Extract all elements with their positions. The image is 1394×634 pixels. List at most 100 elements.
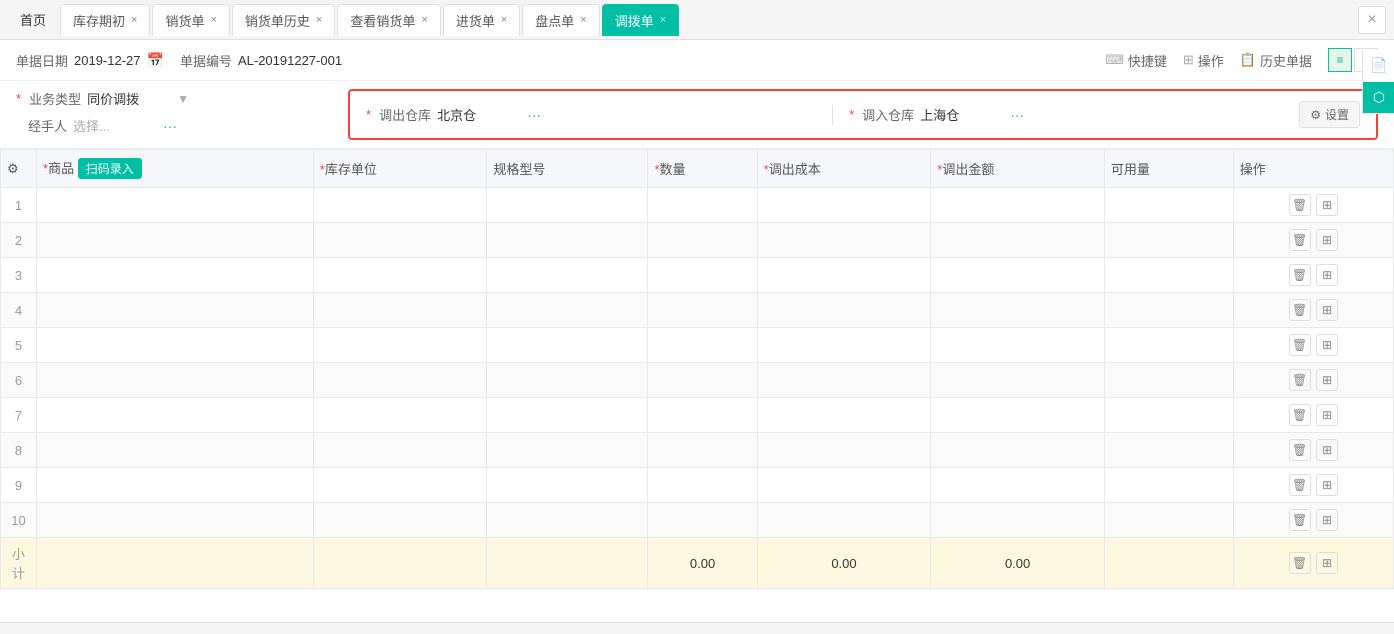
qty-cell[interactable] xyxy=(648,468,757,503)
amount-cell[interactable] xyxy=(931,258,1105,293)
cost-cell[interactable] xyxy=(757,328,931,363)
business-type-dropdown[interactable]: ▼ xyxy=(173,92,193,106)
amount-cell[interactable] xyxy=(931,433,1105,468)
amount-cell[interactable] xyxy=(931,188,1105,223)
col-settings-header[interactable]: ⚙ xyxy=(1,150,37,188)
product-cell[interactable] xyxy=(37,363,314,398)
product-cell[interactable] xyxy=(37,188,314,223)
unit-cell[interactable] xyxy=(313,258,487,293)
unit-cell[interactable] xyxy=(313,398,487,433)
qty-cell[interactable] xyxy=(648,398,757,433)
close-window-button[interactable]: × xyxy=(1358,6,1386,34)
row-delete-btn[interactable]: 🗑 xyxy=(1289,404,1311,426)
tab-home[interactable]: 首页 xyxy=(8,4,58,36)
cost-cell[interactable] xyxy=(757,363,931,398)
warehouse-out-more-btn[interactable]: ··· xyxy=(523,107,545,123)
product-cell[interactable] xyxy=(37,398,314,433)
calendar-icon[interactable]: 📅 xyxy=(147,52,164,69)
spec-cell[interactable] xyxy=(487,468,648,503)
row-delete-btn[interactable]: 🗑 xyxy=(1289,474,1311,496)
cost-cell[interactable] xyxy=(757,503,931,538)
amount-cell[interactable] xyxy=(931,363,1105,398)
amount-cell[interactable] xyxy=(931,398,1105,433)
row-delete-btn[interactable]: 🗑 xyxy=(1289,334,1311,356)
row-copy-btn[interactable]: ⊞ xyxy=(1316,229,1338,251)
product-cell[interactable] xyxy=(37,503,314,538)
unit-cell[interactable] xyxy=(313,293,487,328)
row-copy-btn[interactable]: ⊞ xyxy=(1316,334,1338,356)
spec-cell[interactable] xyxy=(487,328,648,363)
shortcuts-btn[interactable]: ⌨ 快捷键 xyxy=(1105,51,1167,70)
row-copy-btn[interactable]: ⊞ xyxy=(1316,299,1338,321)
amount-cell[interactable] xyxy=(931,468,1105,503)
cost-cell[interactable] xyxy=(757,433,931,468)
tab-inventory-check[interactable]: 盘点单 × xyxy=(522,4,599,36)
close-sales-order[interactable]: × xyxy=(210,14,216,26)
subtotal-copy-btn[interactable]: ⊞ xyxy=(1316,552,1338,574)
ops-btn[interactable]: ⊞ 操作 xyxy=(1183,51,1224,70)
qty-cell[interactable] xyxy=(648,258,757,293)
cost-cell[interactable] xyxy=(757,223,931,258)
row-copy-btn[interactable]: ⊞ xyxy=(1316,194,1338,216)
cost-cell[interactable] xyxy=(757,188,931,223)
close-inventory-init[interactable]: × xyxy=(131,14,137,26)
spec-cell[interactable] xyxy=(487,223,648,258)
list-view-btn[interactable]: ≡ xyxy=(1328,48,1352,72)
settings-button[interactable]: ⚙ 设置 xyxy=(1299,101,1360,128)
spec-cell[interactable] xyxy=(487,398,648,433)
row-copy-btn[interactable]: ⊞ xyxy=(1316,474,1338,496)
close-inventory-check[interactable]: × xyxy=(580,14,586,26)
cost-cell[interactable] xyxy=(757,258,931,293)
product-cell[interactable] xyxy=(37,433,314,468)
cost-cell[interactable] xyxy=(757,293,931,328)
history-btn[interactable]: 📋 历史单据 xyxy=(1240,51,1312,70)
cost-cell[interactable] xyxy=(757,468,931,503)
spec-cell[interactable] xyxy=(487,433,648,468)
qty-cell[interactable] xyxy=(648,433,757,468)
cost-cell[interactable] xyxy=(757,398,931,433)
unit-cell[interactable] xyxy=(313,503,487,538)
warehouse-in-more-btn[interactable]: ··· xyxy=(1006,107,1028,123)
row-delete-btn[interactable]: 🗑 xyxy=(1289,229,1311,251)
tab-transfer[interactable]: 调拨单 × xyxy=(602,4,679,36)
row-copy-btn[interactable]: ⊞ xyxy=(1316,439,1338,461)
row-copy-btn[interactable]: ⊞ xyxy=(1316,404,1338,426)
spec-cell[interactable] xyxy=(487,503,648,538)
qty-cell[interactable] xyxy=(648,293,757,328)
unit-cell[interactable] xyxy=(313,363,487,398)
spec-cell[interactable] xyxy=(487,258,648,293)
tab-sales-history[interactable]: 销货单历史 × xyxy=(232,4,335,36)
unit-cell[interactable] xyxy=(313,223,487,258)
amount-cell[interactable] xyxy=(931,503,1105,538)
qty-cell[interactable] xyxy=(648,188,757,223)
product-cell[interactable] xyxy=(37,293,314,328)
scan-entry-btn[interactable]: 扫码录入 xyxy=(78,158,142,179)
row-delete-btn[interactable]: 🗑 xyxy=(1289,299,1311,321)
row-copy-btn[interactable]: ⊞ xyxy=(1316,264,1338,286)
product-cell[interactable] xyxy=(37,258,314,293)
qty-cell[interactable] xyxy=(648,363,757,398)
row-delete-btn[interactable]: 🗑 xyxy=(1289,194,1311,216)
amount-cell[interactable] xyxy=(931,293,1105,328)
qty-cell[interactable] xyxy=(648,503,757,538)
unit-cell[interactable] xyxy=(313,188,487,223)
right-expand-btn[interactable]: ⬡ xyxy=(1363,82,1394,114)
close-transfer[interactable]: × xyxy=(660,14,666,26)
qty-cell[interactable] xyxy=(648,223,757,258)
spec-cell[interactable] xyxy=(487,363,648,398)
tab-inventory-init[interactable]: 库存期初 × xyxy=(60,4,150,36)
row-copy-btn[interactable]: ⊞ xyxy=(1316,369,1338,391)
tab-view-sales[interactable]: 查看销货单 × xyxy=(337,4,440,36)
close-view-sales[interactable]: × xyxy=(421,14,427,26)
tab-purchase[interactable]: 进货单 × xyxy=(443,4,520,36)
spec-cell[interactable] xyxy=(487,293,648,328)
close-purchase[interactable]: × xyxy=(501,14,507,26)
product-cell[interactable] xyxy=(37,328,314,363)
unit-cell[interactable] xyxy=(313,328,487,363)
product-cell[interactable] xyxy=(37,468,314,503)
unit-cell[interactable] xyxy=(313,468,487,503)
qty-cell[interactable] xyxy=(648,328,757,363)
tab-sales-order[interactable]: 销货单 × xyxy=(152,4,229,36)
row-copy-btn[interactable]: ⊞ xyxy=(1316,509,1338,531)
unit-cell[interactable] xyxy=(313,433,487,468)
